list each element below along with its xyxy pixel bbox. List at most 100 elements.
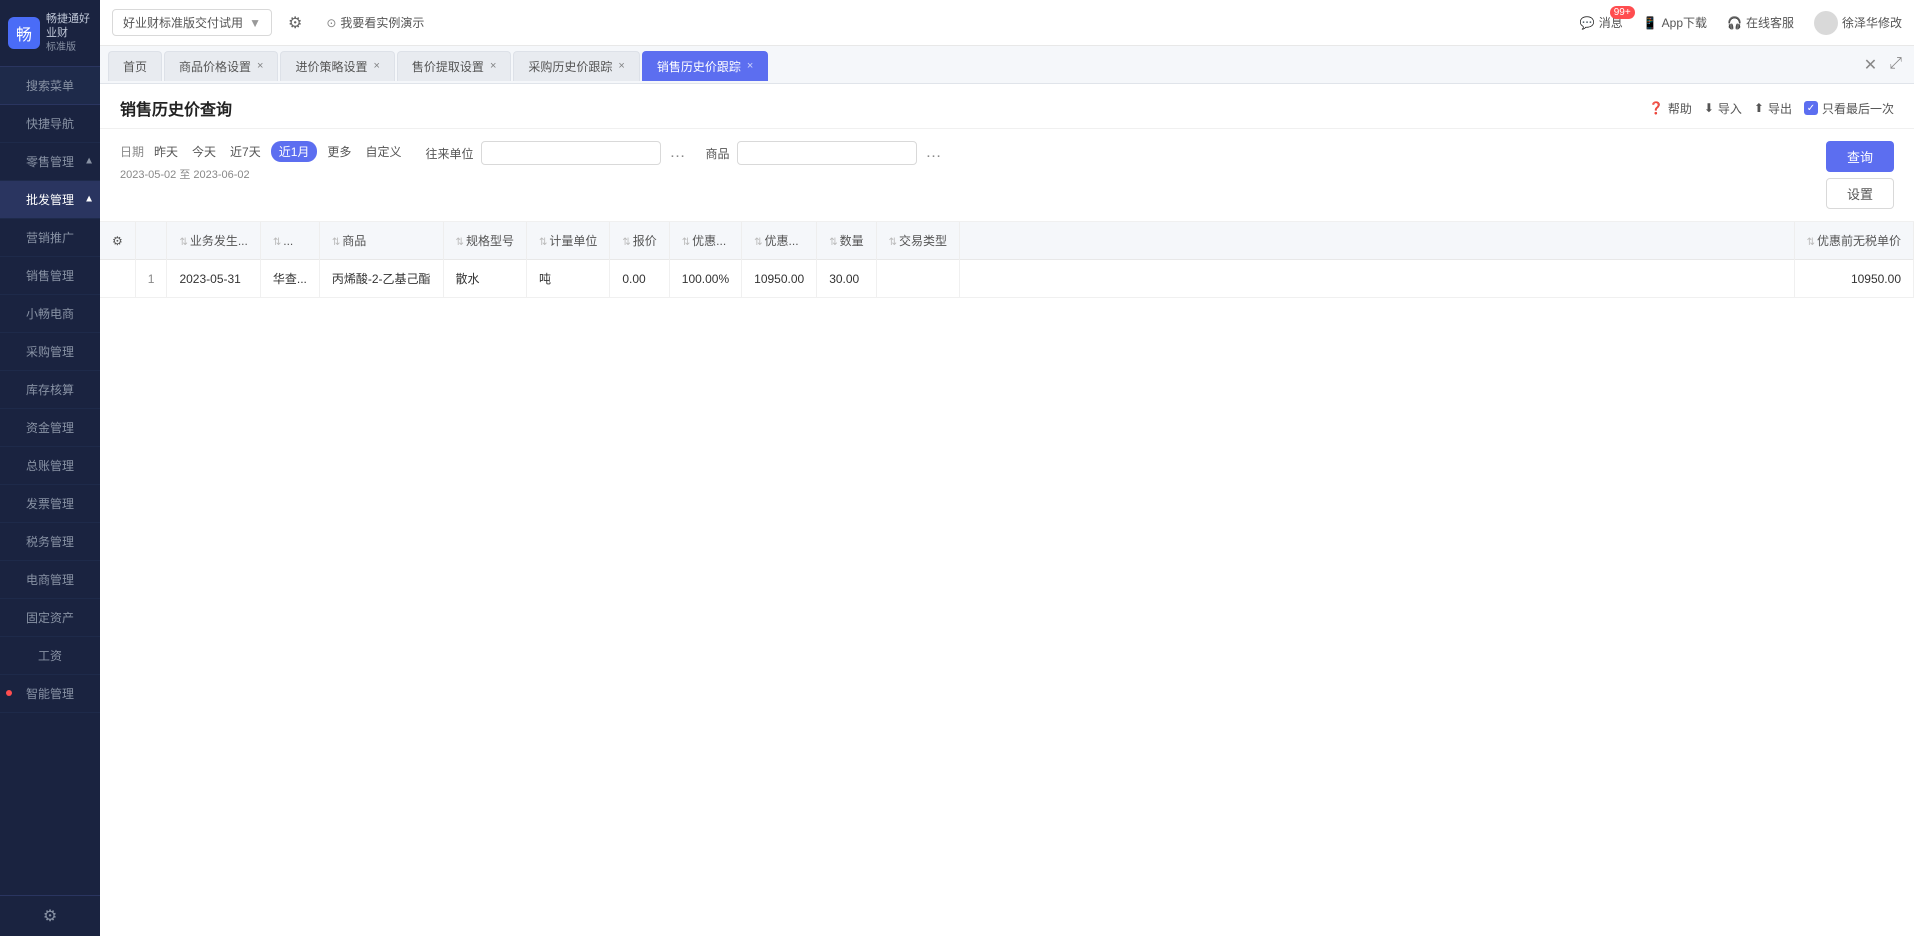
th-spec[interactable]: ⇅规格型号 — [443, 222, 526, 260]
version-chevron-icon: ▼ — [249, 16, 261, 30]
sort-icon-product: ⇅ — [332, 237, 340, 248]
tab-strategy-close[interactable]: × — [373, 60, 379, 72]
import-button[interactable]: ⬇ 导入 — [1704, 100, 1742, 117]
date-opt-custom[interactable]: 自定义 — [361, 141, 405, 162]
cell-biz-date: 2023-05-31 — [167, 260, 260, 298]
tab-extract-close[interactable]: × — [490, 60, 496, 72]
cell-quantity: 30.00 — [817, 260, 876, 298]
message-button[interactable]: 💬 消息 99+ — [1580, 14, 1623, 31]
table-area: ⚙ ⇅业务发生... ⇅... ⇅商品 ⇅规格型号 ⇅计量单位 ⇅报价 ⇅优惠.… — [100, 222, 1914, 936]
sidebar-item-ecommerce-small[interactable]: 小畅电商 — [0, 295, 100, 333]
th-more[interactable]: ⇅... — [260, 222, 319, 260]
main-content: 好业财标准版交付试用 ▼ ⚙ ⊙ 我要看实例演示 💬 消息 99+ 📱 App下… — [100, 0, 1914, 936]
tab-price-label: 商品价格设置 — [179, 58, 251, 75]
th-quantity[interactable]: ⇅数量 — [817, 222, 876, 260]
user-menu[interactable]: 徐泽华修改 — [1814, 11, 1902, 35]
maximize-window-button[interactable]: ⤢ — [1885, 53, 1906, 77]
sidebar-item-sales[interactable]: 销售管理 — [0, 257, 100, 295]
tab-purchase-history-label: 采购历史价跟踪 — [528, 58, 612, 75]
tab-purchase-history-close[interactable]: × — [618, 60, 624, 72]
product-more-icon[interactable]: … — [925, 144, 941, 162]
top-bar: 好业财标准版交付试用 ▼ ⚙ ⊙ 我要看实例演示 💬 消息 99+ 📱 App下… — [100, 0, 1914, 46]
th-discount1[interactable]: ⇅优惠... — [669, 222, 741, 260]
date-opt-last7[interactable]: 近7天 — [226, 141, 265, 162]
table-header-row: ⚙ ⇅业务发生... ⇅... ⇅商品 ⇅规格型号 ⇅计量单位 ⇅报价 ⇅优惠.… — [100, 222, 1914, 260]
tab-sales-history-close[interactable]: × — [747, 60, 753, 72]
tab-home-label: 首页 — [123, 58, 147, 75]
tab-home[interactable]: 首页 — [108, 51, 162, 81]
app-label: App下载 — [1662, 14, 1707, 31]
sidebar-item-marketing[interactable]: 营销推广 — [0, 219, 100, 257]
app-icon: 📱 — [1643, 16, 1658, 30]
message-badge: 99+ — [1610, 6, 1635, 19]
export-button[interactable]: ⬆ 导出 — [1754, 100, 1792, 117]
sidebar-item-assets[interactable]: 固定资产 — [0, 599, 100, 637]
sidebar-item-payroll[interactable]: 工资 — [0, 637, 100, 675]
date-options: 日期 昨天 今天 近7天 近1月 更多 自定义 — [120, 141, 405, 162]
query-button[interactable]: 查询 — [1826, 141, 1894, 172]
app-download-button[interactable]: 📱 App下载 — [1643, 14, 1707, 31]
sidebar-item-inventory[interactable]: 库存核算 — [0, 371, 100, 409]
sidebar-item-finance[interactable]: 资金管理 — [0, 409, 100, 447]
supplier-label: 往来单位 — [425, 145, 473, 162]
th-unit[interactable]: ⇅计量单位 — [526, 222, 609, 260]
date-opt-last1m[interactable]: 近1月 — [271, 141, 318, 162]
sidebar-item-quick-nav[interactable]: 快捷导航 — [0, 105, 100, 143]
date-opt-today[interactable]: 今天 — [188, 141, 220, 162]
export-label: 导出 — [1768, 100, 1792, 117]
close-window-button[interactable]: ✕ — [1860, 53, 1881, 77]
th-pretax-price[interactable]: ⇅优惠前无税单价 — [1794, 222, 1913, 260]
date-opt-yesterday[interactable]: 昨天 — [150, 141, 182, 162]
demo-button[interactable]: ⊙ 我要看实例演示 — [318, 10, 432, 35]
tab-price-close[interactable]: × — [257, 60, 263, 72]
date-filter-group: 日期 昨天 今天 近7天 近1月 更多 自定义 2023-05-02 至 202… — [120, 141, 405, 182]
data-table: ⚙ ⇅业务发生... ⇅... ⇅商品 ⇅规格型号 ⇅计量单位 ⇅报价 ⇅优惠.… — [100, 222, 1914, 298]
user-avatar — [1814, 11, 1838, 35]
tab-sales-history[interactable]: 销售历史价跟踪 × — [642, 51, 768, 81]
cell-trade-type — [876, 260, 959, 298]
supplier-more-icon[interactable]: … — [669, 144, 685, 162]
sidebar-item-retail[interactable]: 零售管理 ▲ — [0, 143, 100, 181]
sidebar-search[interactable]: 搜索菜单 — [0, 67, 100, 105]
topbar-settings-icon[interactable]: ⚙ — [284, 9, 306, 37]
only-last-checkbox[interactable]: ✓ 只看最后一次 — [1804, 100, 1894, 117]
help-label: 帮助 — [1668, 100, 1692, 117]
sidebar-settings-icon[interactable]: ⚙ — [43, 908, 57, 925]
th-price[interactable]: ⇅报价 — [610, 222, 669, 260]
th-biz-date[interactable]: ⇅业务发生... — [167, 222, 260, 260]
tab-strategy[interactable]: 进价策略设置 × — [280, 51, 394, 81]
sort-icon-trade-type: ⇅ — [889, 237, 897, 248]
tab-purchase-history[interactable]: 采购历史价跟踪 × — [513, 51, 639, 81]
th-discount2[interactable]: ⇅优惠... — [742, 222, 817, 260]
supplier-input[interactable] — [481, 141, 661, 165]
sidebar-item-purchase[interactable]: 采购管理 — [0, 333, 100, 371]
sidebar-item-accounting[interactable]: 总账管理 — [0, 447, 100, 485]
date-filter-label: 日期 — [120, 143, 144, 160]
sidebar-item-wholesale[interactable]: 批发管理 ▲ — [0, 181, 100, 219]
service-label: 在线客服 — [1746, 14, 1794, 31]
th-trade-type[interactable]: ⇅交易类型 — [876, 222, 959, 260]
product-input[interactable] — [737, 141, 917, 165]
table-row[interactable]: 1 2023-05-31 华查... 丙烯酸-2-乙基己酯 散水 吨 0.00 … — [100, 260, 1914, 298]
sidebar-item-ecommerce[interactable]: 电商管理 — [0, 561, 100, 599]
th-gear[interactable]: ⚙ — [100, 222, 135, 260]
service-button[interactable]: 🎧 在线客服 — [1727, 14, 1794, 31]
version-selector[interactable]: 好业财标准版交付试用 ▼ — [112, 9, 272, 36]
tab-extract[interactable]: 售价提取设置 × — [397, 51, 511, 81]
sort-icon-price: ⇅ — [622, 237, 630, 248]
cell-unit: 吨 — [526, 260, 609, 298]
export-icon: ⬆ — [1754, 101, 1764, 115]
date-opt-more[interactable]: 更多 — [323, 141, 355, 162]
tab-extract-label: 售价提取设置 — [412, 58, 484, 75]
service-icon: 🎧 — [1727, 16, 1742, 30]
tab-price[interactable]: 商品价格设置 × — [164, 51, 278, 81]
filter-settings-button[interactable]: 设置 — [1826, 178, 1894, 209]
help-button[interactable]: ❓ 帮助 — [1649, 100, 1692, 117]
page-area: 销售历史价查询 ❓ 帮助 ⬇ 导入 ⬆ 导出 ✓ 只看最后一次 — [100, 84, 1914, 936]
sidebar-item-invoice[interactable]: 发票管理 — [0, 485, 100, 523]
sidebar-item-smart[interactable]: 智能管理 — [0, 675, 100, 713]
sidebar-item-tax[interactable]: 税务管理 — [0, 523, 100, 561]
cell-discount1: 100.00% — [669, 260, 741, 298]
th-product[interactable]: ⇅商品 — [319, 222, 443, 260]
sort-icon-pretax: ⇅ — [1807, 237, 1815, 248]
